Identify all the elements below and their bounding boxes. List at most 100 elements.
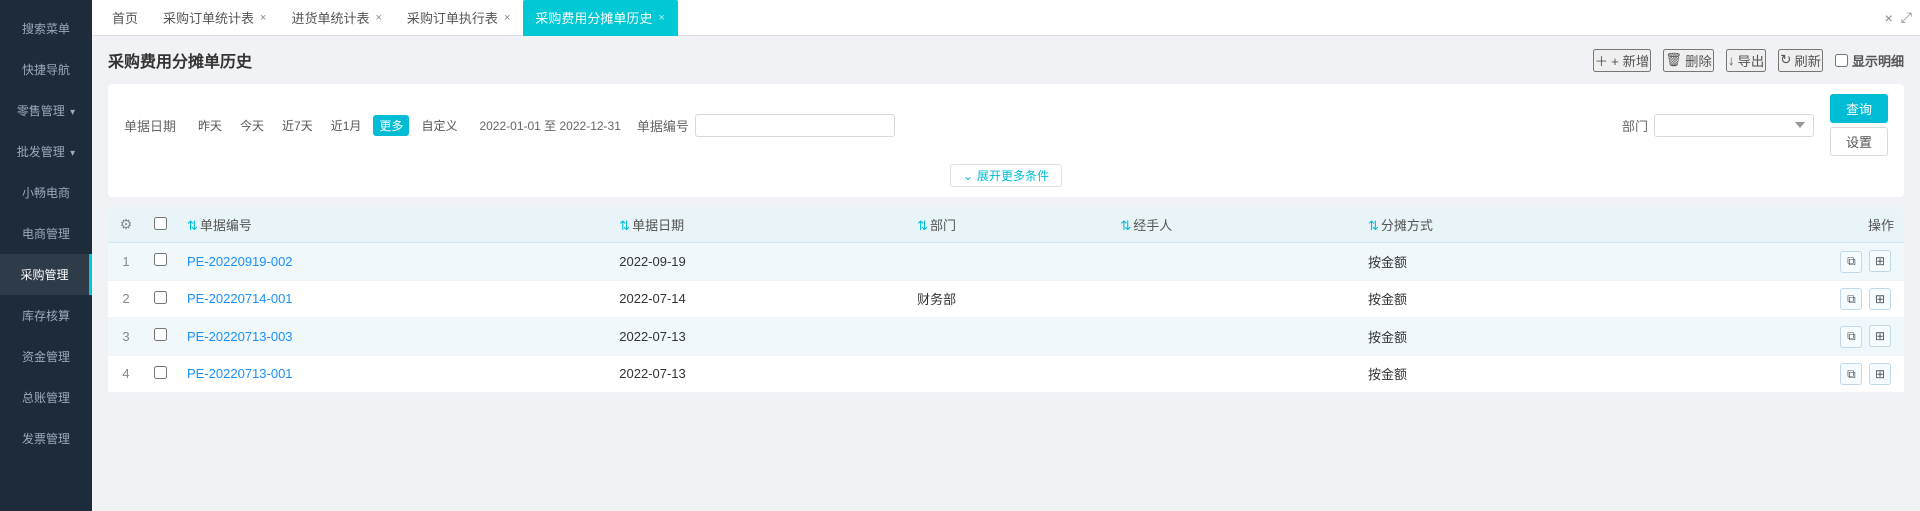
filter-settings-button[interactable]: 设置	[1830, 127, 1888, 156]
sidebar-item-ledger[interactable]: 总账管理	[0, 377, 92, 418]
table-row: 4 PE-20220713-001 2022-07-13 按金额 ⧉ ⊞	[108, 355, 1904, 393]
th-handler: ⇅经手人	[1110, 207, 1358, 243]
restore-window-icon[interactable]: ⤢	[1901, 9, 1912, 26]
tab-close-icon[interactable]: ×	[375, 12, 381, 24]
tab-purchase-fee-history[interactable]: 采购费用分摊单历史 ×	[523, 0, 677, 36]
table-row: 3 PE-20220713-003 2022-07-13 按金额 ⧉ ⊞	[108, 318, 1904, 356]
filter-dates: 昨天 今天 近7天 近1月 更多 自定义	[192, 115, 463, 136]
sidebar-item-quicknav[interactable]: 快捷导航	[0, 49, 92, 90]
row-checkbox[interactable]	[154, 253, 167, 266]
date-btn-7days[interactable]: 近7天	[276, 115, 319, 136]
th-dept: ⇅部门	[907, 207, 1110, 243]
dept-select[interactable]	[1654, 114, 1814, 137]
doc-no-label: 单据编号	[637, 116, 689, 135]
tab-purchase-exec[interactable]: 采购订单执行表 ×	[395, 0, 523, 36]
tab-purchase-stat[interactable]: 采购订单统计表 ×	[151, 0, 279, 36]
op-copy-button[interactable]: ⧉	[1840, 326, 1862, 348]
handler-cell	[1110, 243, 1358, 281]
refresh-icon: ↻	[1780, 52, 1791, 68]
close-window-icon[interactable]: ×	[1885, 10, 1893, 26]
expand-more-button[interactable]: ⌄ 展开更多条件	[950, 164, 1062, 187]
op-detail-button[interactable]: ⊞	[1869, 288, 1891, 310]
delete-button[interactable]: 🗑 删除	[1663, 49, 1714, 72]
row-num: 1	[108, 243, 144, 281]
refresh-button[interactable]: ↻ 刷新	[1778, 49, 1823, 72]
split-method-cell: 按金额	[1358, 243, 1650, 281]
op-detail-button[interactable]: ⊞	[1869, 363, 1891, 385]
dept-label: 部门	[1622, 116, 1648, 135]
select-all-checkbox[interactable]	[154, 217, 167, 230]
sidebar-item-purchase[interactable]: 采购管理	[0, 254, 92, 295]
row-checkbox[interactable]	[154, 291, 167, 304]
add-button[interactable]: ＋ + 新增	[1593, 49, 1651, 72]
tab-inbound-stat[interactable]: 进货单统计表 ×	[279, 0, 394, 36]
row-checkbox-cell[interactable]	[144, 355, 177, 393]
doc-no-link[interactable]: PE-20220713-001	[187, 366, 293, 381]
doc-no-link[interactable]: PE-20220714-001	[187, 291, 293, 306]
tab-label: 采购订单统计表	[163, 8, 254, 27]
doc-no-cell: PE-20220713-003	[177, 318, 609, 356]
show-cols-input[interactable]	[1835, 54, 1848, 67]
op-detail-button[interactable]: ⊞	[1869, 250, 1891, 272]
data-table-wrapper: ⚙ ⇅单据编号 ⇅单据日期 ⇅部门	[108, 207, 1904, 393]
export-button[interactable]: ↓ 导出	[1726, 49, 1766, 72]
sidebar-item-ecom[interactable]: 电商管理	[0, 213, 92, 254]
row-checkbox-cell[interactable]	[144, 243, 177, 281]
tabs-actions: × ⤢	[1885, 9, 1912, 26]
delete-icon: 🗑	[1665, 52, 1682, 68]
sidebar-item-search[interactable]: 搜索菜单	[0, 8, 92, 49]
sidebar-item-inventory[interactable]: 库存核算	[0, 295, 92, 336]
doc-no-cell: PE-20220919-002	[177, 243, 609, 281]
row-num: 4	[108, 355, 144, 393]
sidebar-item-invoice[interactable]: 发票管理	[0, 418, 92, 459]
row-checkbox-cell[interactable]	[144, 318, 177, 356]
th-checkbox[interactable]	[144, 207, 177, 243]
sidebar-item-wholesale[interactable]: 批发管理 ▾	[0, 131, 92, 172]
sidebar-item-finance[interactable]: 资金管理	[0, 336, 92, 377]
tab-label: 采购订单执行表	[407, 8, 498, 27]
query-button[interactable]: 查询	[1830, 94, 1888, 123]
doc-no-link[interactable]: PE-20220919-002	[187, 254, 293, 269]
sidebar-item-retail[interactable]: 零售管理 ▾	[0, 90, 92, 131]
op-copy-button[interactable]: ⧉	[1840, 363, 1862, 385]
page-content: 采购费用分摊单历史 ＋ + 新增 🗑 删除 ↓ 导出 ↻ 刷新	[92, 36, 1920, 511]
tab-close-icon[interactable]: ×	[658, 12, 664, 24]
tab-label: 进货单统计表	[291, 8, 369, 27]
add-icon: ＋	[1595, 51, 1608, 70]
row-checkbox-cell[interactable]	[144, 280, 177, 318]
op-copy-button[interactable]: ⧉	[1840, 251, 1862, 273]
sidebar-item-ecom-small[interactable]: 小畅电商	[0, 172, 92, 213]
export-icon: ↓	[1728, 53, 1735, 68]
show-cols-checkbox[interactable]: 显示明细	[1835, 51, 1904, 70]
tab-close-icon[interactable]: ×	[260, 12, 266, 24]
doc-date-cell: 2022-09-19	[609, 243, 907, 281]
filter-buttons: 查询 设置	[1830, 94, 1888, 156]
page-title: 采购费用分摊单历史	[108, 48, 252, 72]
th-split-method: ⇅分摊方式	[1358, 207, 1650, 243]
doc-no-link[interactable]: PE-20220713-003	[187, 329, 293, 344]
date-btn-yesterday[interactable]: 昨天	[192, 115, 228, 136]
op-copy-button[interactable]: ⧉	[1840, 288, 1862, 310]
sidebar-item-label: 搜索菜单	[4, 20, 88, 37]
th-settings[interactable]: ⚙	[108, 207, 144, 243]
handler-cell	[1110, 355, 1358, 393]
date-btn-custom[interactable]: 自定义	[415, 115, 463, 136]
split-method-cell: 按金额	[1358, 355, 1650, 393]
date-btn-1month[interactable]: 近1月	[325, 115, 368, 136]
op-detail-button[interactable]: ⊞	[1869, 325, 1891, 347]
sidebar-item-label: 采购管理	[4, 266, 85, 283]
settings-gear-icon[interactable]: ⚙	[120, 216, 133, 232]
date-btn-today[interactable]: 今天	[234, 115, 270, 136]
sidebar-item-label: 总账管理	[4, 389, 88, 406]
op-cell: ⧉ ⊞	[1650, 280, 1904, 318]
tab-close-icon[interactable]: ×	[504, 12, 510, 24]
table-header-row: ⚙ ⇅单据编号 ⇅单据日期 ⇅部门	[108, 207, 1904, 243]
tab-home[interactable]: 首页	[100, 0, 151, 36]
doc-no-input[interactable]	[695, 114, 895, 137]
row-checkbox[interactable]	[154, 366, 167, 379]
sidebar-item-label: 资金管理	[4, 348, 88, 365]
date-btn-more[interactable]: 更多	[373, 115, 409, 136]
date-range-display: 2022-01-01 至 2022-12-31	[479, 117, 620, 134]
row-checkbox[interactable]	[154, 328, 167, 341]
sidebar-item-label: 电商管理	[4, 225, 88, 242]
